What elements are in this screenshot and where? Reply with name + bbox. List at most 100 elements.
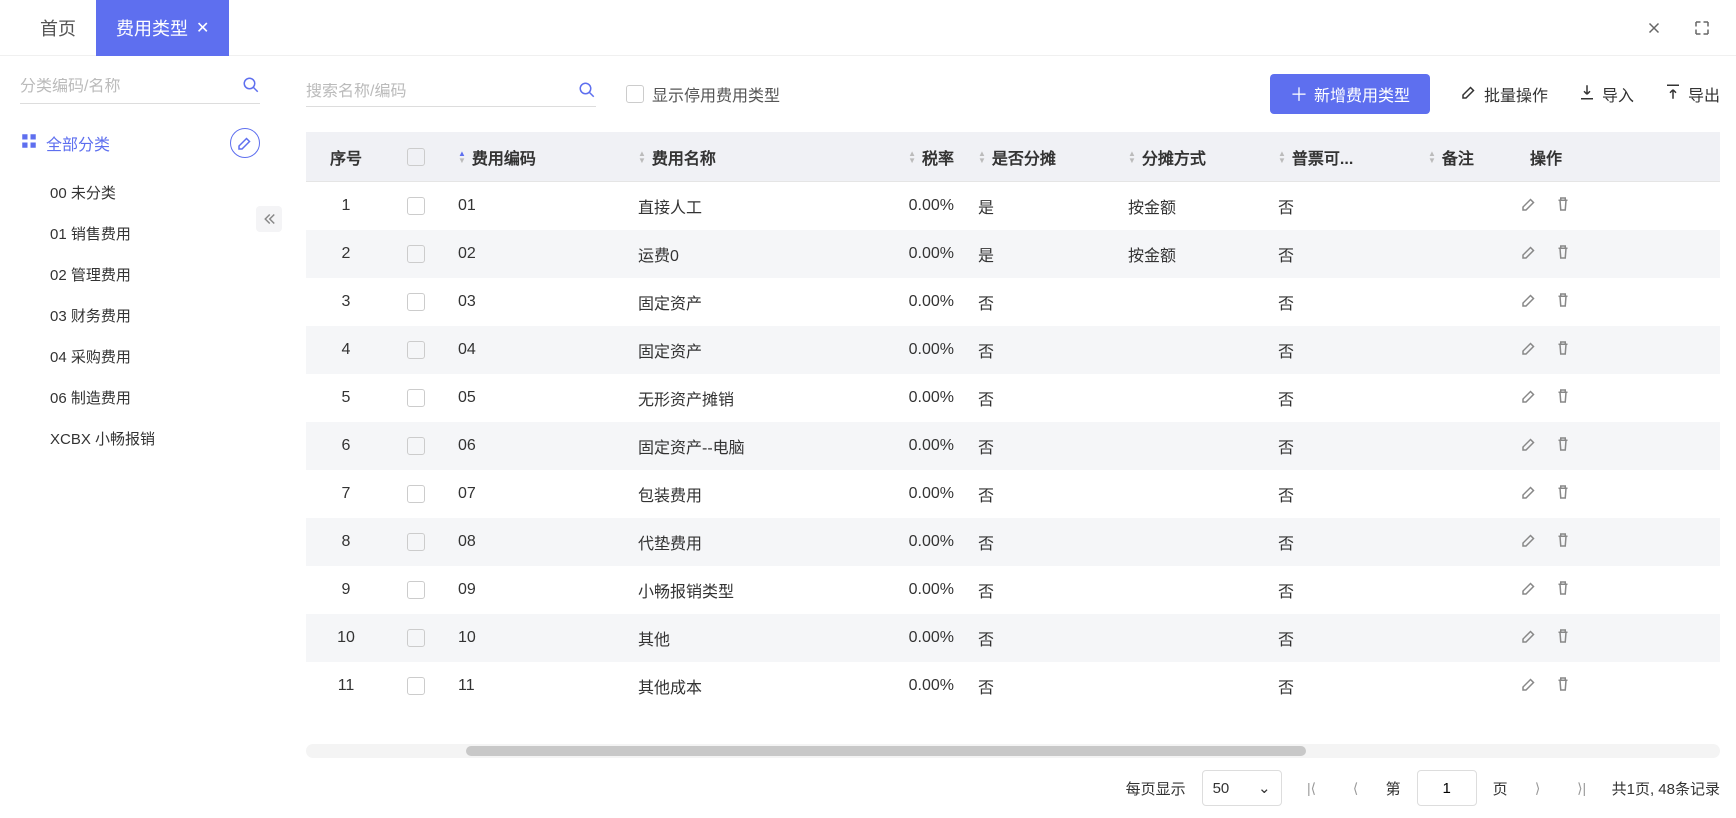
category-item[interactable]: 02 管理费用	[20, 254, 290, 295]
cell-code: 08	[446, 518, 626, 566]
row-checkbox[interactable]	[386, 374, 446, 422]
sort-icon: ▲▼	[458, 150, 466, 164]
table-row: 202运费00.00%是按金额否	[306, 230, 1720, 278]
delete-row-button[interactable]	[1554, 627, 1572, 650]
close-icon[interactable]: ✕	[196, 18, 209, 38]
col-share[interactable]: ▲▼是否分摊	[966, 132, 1116, 181]
delete-row-button[interactable]	[1554, 675, 1572, 698]
search-icon[interactable]	[242, 76, 260, 97]
cell-actions	[1486, 278, 1606, 326]
cell-remark	[1416, 182, 1486, 230]
edit-category-button[interactable]	[230, 128, 260, 158]
edit-row-button[interactable]	[1520, 339, 1538, 362]
col-index[interactable]: 序号	[306, 132, 386, 181]
col-name[interactable]: ▲▼费用名称	[626, 132, 856, 181]
category-item[interactable]: XCBX 小畅报销	[20, 418, 290, 459]
col-checkbox[interactable]	[386, 132, 446, 181]
cell-index: 5	[306, 374, 386, 422]
row-checkbox[interactable]	[386, 422, 446, 470]
delete-row-button[interactable]	[1554, 339, 1572, 362]
close-all-icon[interactable]	[1640, 14, 1668, 42]
show-disabled-checkbox[interactable]: 显示停用费用类型	[626, 82, 780, 106]
page-input[interactable]	[1417, 770, 1477, 806]
edit-row-button[interactable]	[1520, 243, 1538, 266]
edit-row-button[interactable]	[1520, 579, 1538, 602]
cell-rate: 0.00%	[856, 662, 966, 710]
last-page-button[interactable]: ⟩|	[1568, 774, 1596, 802]
checkbox-icon	[407, 437, 425, 455]
cell-actions	[1486, 182, 1606, 230]
row-checkbox[interactable]	[386, 230, 446, 278]
edit-row-button[interactable]	[1520, 435, 1538, 458]
sort-icon: ▲▼	[978, 150, 986, 164]
cell-actions	[1486, 326, 1606, 374]
col-rate[interactable]: ▲▼税率	[856, 132, 966, 181]
cell-rate: 0.00%	[856, 518, 966, 566]
row-checkbox[interactable]	[386, 518, 446, 566]
edit-row-button[interactable]	[1520, 531, 1538, 554]
horizontal-scrollbar[interactable]	[306, 744, 1720, 758]
sidebar-search-input[interactable]	[20, 78, 242, 96]
edit-row-button[interactable]	[1520, 675, 1538, 698]
delete-row-button[interactable]	[1554, 243, 1572, 266]
cell-rate: 0.00%	[856, 326, 966, 374]
category-item[interactable]: 01 销售费用	[20, 213, 290, 254]
cell-deduct: 否	[1266, 518, 1416, 566]
cell-code: 06	[446, 422, 626, 470]
delete-row-button[interactable]	[1554, 195, 1572, 218]
row-checkbox[interactable]	[386, 470, 446, 518]
row-checkbox[interactable]	[386, 278, 446, 326]
row-checkbox[interactable]	[386, 182, 446, 230]
fullscreen-icon[interactable]	[1688, 14, 1716, 42]
delete-row-button[interactable]	[1554, 291, 1572, 314]
category-item-label: 01 销售费用	[50, 226, 131, 243]
category-root[interactable]: 全部分类	[20, 131, 230, 155]
delete-row-button[interactable]	[1554, 531, 1572, 554]
row-checkbox[interactable]	[386, 614, 446, 662]
tab-home[interactable]: 首页	[20, 0, 96, 56]
first-page-button[interactable]: |⟨	[1298, 774, 1326, 802]
per-page-select[interactable]: 50 ⌄	[1202, 770, 1282, 806]
cell-index: 9	[306, 566, 386, 614]
export-button[interactable]: 导出	[1664, 82, 1720, 106]
edit-row-button[interactable]	[1520, 627, 1538, 650]
col-method[interactable]: ▲▼分摊方式	[1116, 132, 1266, 181]
plus-icon: ＋	[1290, 81, 1308, 107]
edit-row-button[interactable]	[1520, 195, 1538, 218]
row-checkbox[interactable]	[386, 662, 446, 710]
delete-row-button[interactable]	[1554, 435, 1572, 458]
col-remark[interactable]: ▲▼备注	[1416, 132, 1486, 181]
edit-row-button[interactable]	[1520, 483, 1538, 506]
prev-page-button[interactable]: ⟨	[1342, 774, 1370, 802]
cell-actions	[1486, 614, 1606, 662]
category-list: 00 未分类 01 销售费用 02 管理费用 03 财务费用 04 采购费用 0…	[20, 172, 290, 459]
tab-expense-type[interactable]: 费用类型 ✕	[96, 0, 229, 56]
checkbox-icon	[407, 533, 425, 551]
next-page-button[interactable]: ⟩	[1524, 774, 1552, 802]
category-item[interactable]: 06 制造费用	[20, 377, 290, 418]
toolbar: 显示停用费用类型 ＋ 新增费用类型 批量操作 导入 导出	[306, 74, 1720, 114]
cell-actions	[1486, 566, 1606, 614]
delete-row-button[interactable]	[1554, 483, 1572, 506]
category-item[interactable]: 00 未分类	[20, 172, 290, 213]
col-deduct[interactable]: ▲▼普票可...	[1266, 132, 1416, 181]
import-button[interactable]: 导入	[1578, 82, 1634, 106]
row-checkbox[interactable]	[386, 566, 446, 614]
search-input[interactable]	[306, 83, 578, 101]
search-icon[interactable]	[578, 81, 596, 102]
per-page-label: 每页显示	[1126, 778, 1186, 799]
delete-row-button[interactable]	[1554, 387, 1572, 410]
scrollbar-thumb[interactable]	[466, 746, 1306, 756]
row-checkbox[interactable]	[386, 326, 446, 374]
collapse-sidebar-button[interactable]	[256, 206, 282, 232]
delete-row-button[interactable]	[1554, 579, 1572, 602]
edit-row-button[interactable]	[1520, 291, 1538, 314]
col-code[interactable]: ▲▼费用编码	[446, 132, 626, 181]
cell-code: 04	[446, 326, 626, 374]
category-item[interactable]: 04 采购费用	[20, 336, 290, 377]
add-expense-type-button[interactable]: ＋ 新增费用类型	[1270, 74, 1430, 114]
batch-action-button[interactable]: 批量操作	[1460, 82, 1548, 106]
category-item[interactable]: 03 财务费用	[20, 295, 290, 336]
cell-deduct: 否	[1266, 422, 1416, 470]
edit-row-button[interactable]	[1520, 387, 1538, 410]
